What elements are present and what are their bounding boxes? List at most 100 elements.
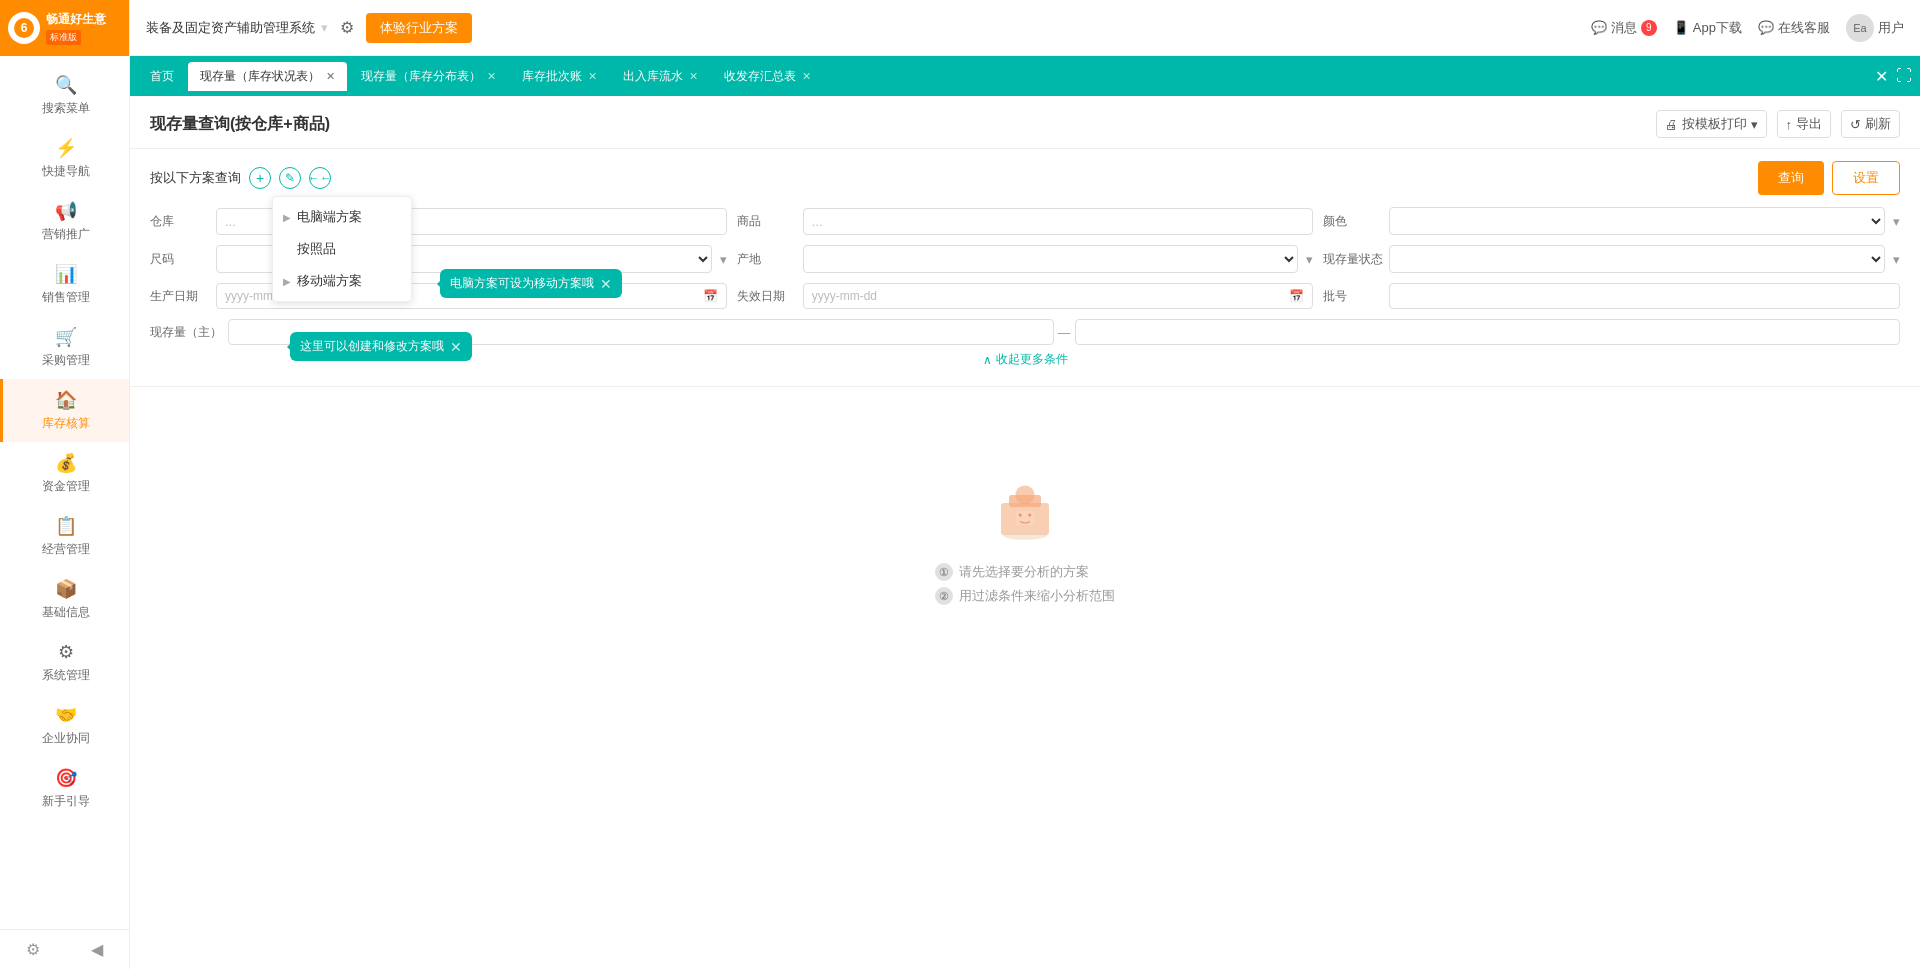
- marketing-icon: 📢: [55, 200, 77, 222]
- sidebar-item-finance[interactable]: 💰 资金管理: [0, 442, 129, 505]
- filter-header: 按以下方案查询 + ✎ ←← ▶ 电脑端方案 按照品: [150, 161, 1900, 195]
- content-area: 现存量查询(按仓库+商品) 🖨 按模板打印 ▾ ↑ 导出 ↺ 刷新: [130, 96, 1920, 969]
- reset-button[interactable]: 设置: [1832, 161, 1900, 195]
- stock-status-label: 现存量状态: [1323, 251, 1383, 268]
- sidebar-item-inventory[interactable]: 🏠 库存核算: [0, 379, 129, 442]
- sidebar-item-sales[interactable]: 📊 销售管理: [0, 253, 129, 316]
- scheme-tree-pc-item[interactable]: 按照品: [273, 233, 411, 265]
- origin-select[interactable]: [803, 245, 1299, 273]
- tree-expand-mobile-icon: ▶: [283, 276, 291, 287]
- sidebar-item-newbie[interactable]: 🎯 新手引导: [0, 757, 129, 820]
- message-icon: 💬: [1591, 20, 1607, 35]
- scheme-tree-panel: ▶ 电脑端方案 按照品 ▶ 移动端方案: [272, 196, 412, 302]
- scheme-tree-mobile[interactable]: ▶ 移动端方案: [273, 265, 411, 297]
- message-button[interactable]: 💬 消息 9: [1591, 19, 1657, 37]
- edit-scheme-button[interactable]: ✎: [279, 167, 301, 189]
- size-label: 尺码: [150, 251, 210, 268]
- back-scheme-button[interactable]: ←←: [309, 167, 331, 189]
- tab-home[interactable]: 首页: [138, 62, 186, 91]
- sidebar-item-search[interactable]: 🔍 搜索菜单: [0, 64, 129, 127]
- goods-label: 商品: [737, 213, 797, 230]
- color-label: 颜色: [1323, 213, 1383, 230]
- prod-date-label: 生产日期: [150, 288, 210, 305]
- tab-collection[interactable]: 收发存汇总表 ✕: [712, 62, 823, 91]
- svg-point-4: [1015, 485, 1034, 504]
- tab-expand-button[interactable]: ⛶: [1896, 67, 1912, 86]
- empty-tip-1: ① 请先选择要分析的方案: [935, 563, 1115, 581]
- collapse-sidebar-button[interactable]: ◀: [91, 940, 103, 959]
- operations-icon: 📋: [55, 515, 77, 537]
- color-dropdown-icon: ▾: [1893, 214, 1900, 229]
- tabs-right-controls: ✕ ⛶: [1875, 67, 1912, 86]
- search-button[interactable]: 查询: [1758, 161, 1824, 195]
- print-icon: 🖨: [1665, 117, 1678, 132]
- sidebar-item-operations[interactable]: 📋 经营管理: [0, 505, 129, 568]
- page-header: 现存量查询(按仓库+商品) 🖨 按模板打印 ▾ ↑ 导出 ↺ 刷新: [130, 96, 1920, 149]
- system-icon: ⚙: [58, 641, 74, 663]
- online-service-button[interactable]: 💬 在线客服: [1758, 19, 1830, 37]
- tab-inventory-dist[interactable]: 现存量（库存分布表） ✕: [349, 62, 508, 91]
- expire-date-input[interactable]: yyyy-mm-dd 📅: [803, 283, 1314, 309]
- empty-tip-2: ② 用过滤条件来缩小分析范围: [935, 587, 1115, 605]
- goods-input[interactable]: ...: [803, 208, 1314, 235]
- export-button[interactable]: ↑ 导出: [1777, 110, 1832, 138]
- filter-group-stock-status: 现存量状态 ▾: [1323, 245, 1900, 273]
- range-separator: —: [1058, 325, 1071, 340]
- tab-close-inventory-dist[interactable]: ✕: [487, 70, 496, 83]
- sidebar-item-purchase[interactable]: 🛒 采购管理: [0, 316, 129, 379]
- tab-close-batch[interactable]: ✕: [588, 70, 597, 83]
- batch-no-label: 批号: [1323, 288, 1383, 305]
- filter-group-size: 尺码 ▾: [150, 245, 727, 273]
- create-tooltip-close[interactable]: ✕: [450, 339, 462, 355]
- add-scheme-button[interactable]: +: [249, 167, 271, 189]
- tab-flow[interactable]: 出入库流水 ✕: [611, 62, 710, 91]
- filter-row-1: 仓库 ... 商品 ... 颜色: [150, 207, 1900, 235]
- guide-icon: ⚡: [55, 137, 77, 159]
- sidebar-item-basic[interactable]: 📦 基础信息: [0, 568, 129, 631]
- svg-point-5: [1003, 530, 1048, 540]
- tab-close-all-button[interactable]: ✕: [1875, 67, 1888, 86]
- sidebar-item-enterprise[interactable]: 🤝 企业协同: [0, 694, 129, 757]
- sidebar-menu: 🔍 搜索菜单 ⚡ 快捷导航 📢 营销推广 📊 销售管理 🛒 采购管理 🏠 库存核…: [0, 56, 129, 929]
- topbar-system-name: 装备及固定资产辅助管理系统 ▾: [146, 19, 328, 37]
- tab-inventory-status[interactable]: 现存量（库存状况表） ✕: [188, 62, 347, 91]
- scheme-tooltip-close[interactable]: ✕: [600, 276, 612, 292]
- page-actions: 🖨 按模板打印 ▾ ↑ 导出 ↺ 刷新: [1656, 110, 1901, 138]
- gear-icon[interactable]: ⚙: [340, 18, 354, 37]
- inventory-icon: 🏠: [55, 389, 77, 411]
- sales-icon: 📊: [55, 263, 77, 285]
- sidebar-item-marketing[interactable]: 📢 营销推广: [0, 190, 129, 253]
- main-area: 装备及固定资产辅助管理系统 ▾ ⚙ 体验行业方案 💬 消息 9 📱 App下载 …: [130, 0, 1920, 969]
- color-select[interactable]: [1389, 207, 1885, 235]
- refresh-button[interactable]: ↺ 刷新: [1841, 110, 1900, 138]
- sidebar-item-system[interactable]: ⚙ 系统管理: [0, 631, 129, 694]
- sidebar-item-guide[interactable]: ⚡ 快捷导航: [0, 127, 129, 190]
- search-icon: 🔍: [55, 74, 77, 96]
- empty-state: ① 请先选择要分析的方案 ② 用过滤条件来缩小分析范围: [130, 387, 1920, 691]
- phone-icon: 📱: [1673, 20, 1689, 35]
- stock-qty-label: 现存量（主）: [150, 324, 222, 341]
- stock-qty-max-input[interactable]: [1075, 319, 1901, 345]
- sidebar: 6 畅通好生意 标准版 🔍 搜索菜单 ⚡ 快捷导航 📢 营销推广 📊 销售管理 …: [0, 0, 130, 969]
- batch-no-input[interactable]: [1389, 283, 1900, 309]
- purchase-icon: 🛒: [55, 326, 77, 348]
- tab-close-collection[interactable]: ✕: [802, 70, 811, 83]
- filter-group-goods: 商品 ...: [737, 208, 1314, 235]
- scheme-tree-pc[interactable]: ▶ 电脑端方案: [273, 201, 411, 233]
- stock-status-select[interactable]: [1389, 245, 1885, 273]
- finance-icon: 💰: [55, 452, 77, 474]
- page-title: 现存量查询(按仓库+商品): [150, 114, 330, 135]
- filter-action-buttons: 查询 设置: [1758, 161, 1900, 195]
- tab-close-inventory-status[interactable]: ✕: [326, 70, 335, 83]
- tab-batch[interactable]: 库存批次账 ✕: [510, 62, 609, 91]
- app-download-button[interactable]: 📱 App下载: [1673, 19, 1742, 37]
- print-button[interactable]: 🖨 按模板打印 ▾: [1656, 110, 1767, 138]
- tab-close-flow[interactable]: ✕: [689, 70, 698, 83]
- filter-group-warehouse: 仓库 ...: [150, 208, 727, 235]
- solution-button[interactable]: 体验行业方案: [366, 13, 472, 43]
- settings-button[interactable]: ⚙: [26, 940, 40, 959]
- tab-bar: 首页 现存量（库存状况表） ✕ 现存量（库存分布表） ✕ 库存批次账 ✕ 出入库…: [130, 56, 1920, 96]
- empty-illustration: [985, 467, 1065, 547]
- user-menu[interactable]: Ea 用户: [1846, 14, 1904, 42]
- create-tooltip-bubble: 这里可以创建和修改方案哦 ✕: [290, 332, 472, 361]
